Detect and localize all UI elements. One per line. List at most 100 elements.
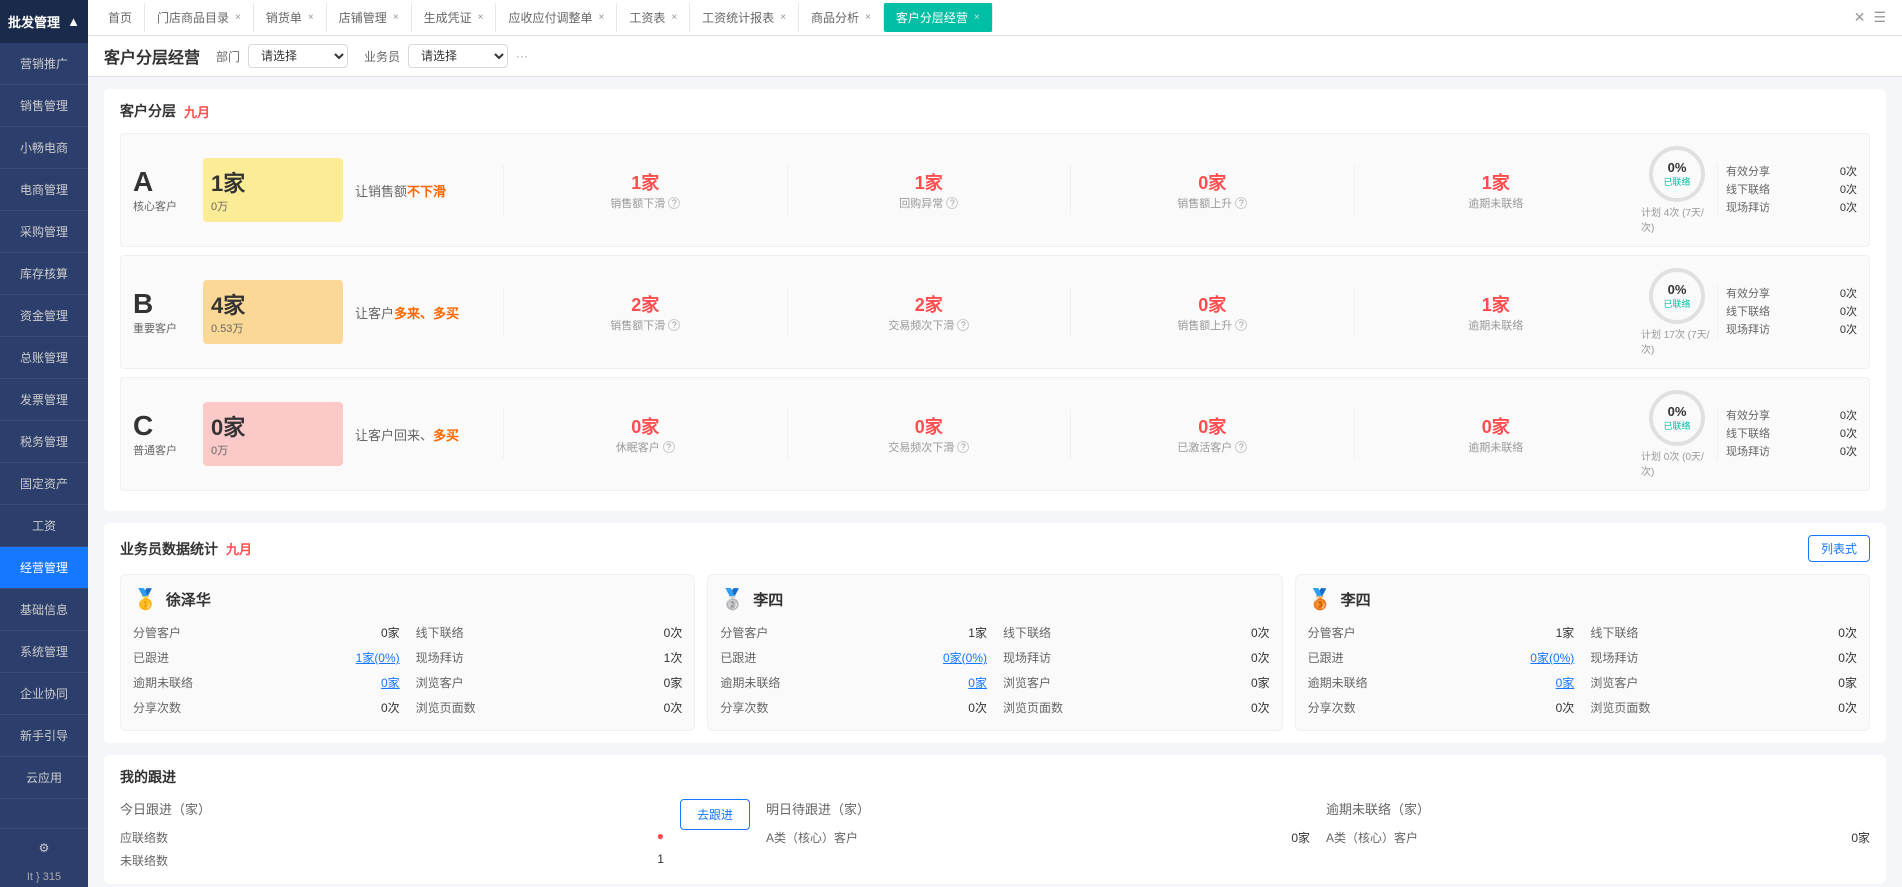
sidebar-item-电商管理[interactable]: 电商管理 xyxy=(0,169,88,211)
circle-pct-c: 0% xyxy=(1668,404,1687,419)
tab-店铺管理[interactable]: 店铺管理× xyxy=(327,3,412,32)
followup-grid: 今日跟进（家） 应联络数 ● 未联络数 1 去跟进 明日待跟进（家） xyxy=(120,799,1870,872)
staff-stat-val-1-1: 0次 xyxy=(1251,624,1270,641)
tab-销货单[interactable]: 销货单× xyxy=(254,3,327,32)
tab-close-all-icon[interactable]: ✕ xyxy=(1854,9,1866,26)
sidebar-item-小畅电商[interactable]: 小畅电商 xyxy=(0,127,88,169)
tier-metric4-label-a: 逾期未联络 xyxy=(1363,195,1630,211)
sidebar-item-固定资产[interactable]: 固定资产 xyxy=(0,463,88,505)
tab-close-商品分析[interactable]: × xyxy=(865,12,871,23)
tomorrow-col-title: 明日待跟进（家） xyxy=(766,799,1310,818)
tier-metric2-a[interactable]: 1家 回购异常 ? xyxy=(787,165,1071,215)
sidebar-item-采购管理[interactable]: 采购管理 xyxy=(0,211,88,253)
goto-followup-button[interactable]: 去跟进 xyxy=(680,799,750,830)
tab-客户分层经营[interactable]: 客户分层经营× xyxy=(884,3,993,32)
sidebar-item-税务管理[interactable]: 税务管理 xyxy=(0,421,88,463)
staff-stat-row-2-5: 浏览客户 0家 xyxy=(1590,672,1857,693)
staff-stat-row-0-4: 逾期未联络 0家 xyxy=(133,672,400,693)
sidebar-settings[interactable]: ⚙ xyxy=(0,828,88,867)
staff-stat-val-2-4[interactable]: 0家 xyxy=(1556,674,1575,691)
tier-metric4-a[interactable]: 1家 逾期未联络 xyxy=(1354,165,1638,215)
tier-metric1-num-a: 1家 xyxy=(512,169,779,195)
tier-metric1-b[interactable]: 2家 销售额下滑 ? xyxy=(503,287,787,337)
staff-stat-val-0-2[interactable]: 1家(0%) xyxy=(356,649,400,666)
tier-metric2-label-a: 回购异常 ? xyxy=(796,195,1063,211)
tab-close-工资表[interactable]: × xyxy=(671,12,677,23)
staff-stat-label-2-4: 逾期未联络 xyxy=(1308,674,1368,691)
tier-count-c: 0家 0万 xyxy=(203,402,343,466)
staff-stat-row-2-3: 现场拜访 0次 xyxy=(1590,647,1857,668)
tab-应收应付调整单[interactable]: 应收应付调整单× xyxy=(496,3,617,32)
tier-metric3-a[interactable]: 0家 销售额上升 ? xyxy=(1070,165,1354,215)
tier-metric3-num-c: 0家 xyxy=(1079,413,1346,439)
sidebar-item-销售管理[interactable]: 销售管理 xyxy=(0,85,88,127)
right-stat-label-0-c: 有效分享 xyxy=(1726,407,1770,423)
tier-metric3-num-a: 0家 xyxy=(1079,169,1346,195)
staff-stat-val-2-5: 0家 xyxy=(1838,674,1857,691)
tab-close-客户分层经营[interactable]: × xyxy=(974,12,980,23)
tab-close-门店商品目录[interactable]: × xyxy=(235,12,241,23)
right-stat-val-1-a: 0次 xyxy=(1840,181,1857,197)
tab-bar-actions: ✕ ☰ xyxy=(1846,9,1894,26)
sales-select[interactable]: 请选择 xyxy=(408,44,508,68)
tab-商品分析[interactable]: 商品分析× xyxy=(799,3,884,32)
sidebar-item-营销推广[interactable]: 营销推广 xyxy=(0,43,88,85)
tab-工资表[interactable]: 工资表× xyxy=(617,3,690,32)
staff-grid: 🥇 徐泽华 分管客户 0家 线下联络 0次 已跟进 1家(0%) 现场拜访 1次 xyxy=(120,574,1870,731)
staff-stat-label-1-0: 分管客户 xyxy=(720,624,768,641)
sidebar-item-云应用[interactable]: 云应用 xyxy=(0,757,88,799)
tier-metric1-c[interactable]: 0家 休眠客户 ? xyxy=(503,409,787,459)
more-filter-icon[interactable]: ··· xyxy=(516,49,528,63)
customer-section-title: 客户分层 xyxy=(120,101,176,121)
sidebar-item-新手引导[interactable]: 新手引导 xyxy=(0,715,88,757)
tomorrow-val-1: 0家 xyxy=(1291,829,1310,846)
tier-metric1-a[interactable]: 1家 销售额下滑 ? xyxy=(503,165,787,215)
circle-b: 0% 已联络 xyxy=(1649,268,1705,324)
sidebar-item-系统管理[interactable]: 系统管理 xyxy=(0,631,88,673)
staff-stat-row-1-6: 分享次数 0次 xyxy=(720,697,987,718)
tier-metric3-b[interactable]: 0家 销售额上升 ? xyxy=(1070,287,1354,337)
sidebar-item-总账管理[interactable]: 总账管理 xyxy=(0,337,88,379)
tier-metric4-b[interactable]: 1家 逾期未联络 xyxy=(1354,287,1638,337)
tier-metric4-c[interactable]: 0家 逾期未联络 xyxy=(1354,409,1638,459)
tab-工资统计报表[interactable]: 工资统计报表× xyxy=(690,3,799,32)
staff-stat-val-1-2[interactable]: 0家(0%) xyxy=(943,649,987,666)
sidebar-item-企业协同[interactable]: 企业协同 xyxy=(0,673,88,715)
sidebar-item-发票管理[interactable]: 发票管理 xyxy=(0,379,88,421)
tab-close-销货单[interactable]: × xyxy=(308,12,314,23)
circle-label-b: 已联络 xyxy=(1663,297,1690,310)
tier-metric2-c[interactable]: 0家 交易频次下滑 ? xyxy=(787,409,1071,459)
staff-stat-val-0-4[interactable]: 0家 xyxy=(381,674,400,691)
staff-stat-val-2-2[interactable]: 0家(0%) xyxy=(1530,649,1574,666)
staff-stat-val-0-6: 0次 xyxy=(381,699,400,716)
sidebar-item-库存核算[interactable]: 库存核算 xyxy=(0,253,88,295)
staff-stat-val-1-4[interactable]: 0家 xyxy=(968,674,987,691)
tab-门店商品目录[interactable]: 门店商品目录× xyxy=(145,3,254,32)
staff-stat-row-2-1: 线下联络 0次 xyxy=(1590,622,1857,643)
list-view-button[interactable]: 列表式 xyxy=(1808,535,1870,562)
sidebar-item-基础信息[interactable]: 基础信息 xyxy=(0,589,88,631)
customer-section-header: 客户分层 九月 xyxy=(120,101,1870,121)
dept-select[interactable]: 请选择 xyxy=(248,44,348,68)
tier-circle-c: 0% 已联络 计划 0次 (0天/次) xyxy=(1637,386,1717,482)
tier-circle-a: 0% 已联络 计划 4次 (7天/次) xyxy=(1637,142,1717,238)
tab-close-工资统计报表[interactable]: × xyxy=(780,12,786,23)
sidebar-item-工资[interactable]: 工资 xyxy=(0,505,88,547)
sidebar-item-资金管理[interactable]: 资金管理 xyxy=(0,295,88,337)
tab-close-店铺管理[interactable]: × xyxy=(393,12,399,23)
tab-生成凭证[interactable]: 生成凭证× xyxy=(412,3,497,32)
tab-close-生成凭证[interactable]: × xyxy=(478,12,484,23)
tier-metric2-num-a: 1家 xyxy=(796,169,1063,195)
staff-stat-row-1-3: 现场拜访 0次 xyxy=(1003,647,1270,668)
tab-menu-icon[interactable]: ☰ xyxy=(1873,9,1886,26)
tier-metric3-c[interactable]: 0家 已激活客户 ? xyxy=(1070,409,1354,459)
staff-card-1: 🥈 李四 分管客户 1家 线下联络 0次 已跟进 0家(0%) 现场拜访 0次 xyxy=(707,574,1282,731)
sidebar-header[interactable]: 批发管理 ▲ xyxy=(0,0,88,43)
tab-close-应收应付调整单[interactable]: × xyxy=(598,12,604,23)
staff-stat-label-0-1: 线下联络 xyxy=(416,624,464,641)
tab-首页[interactable]: 首页 xyxy=(96,3,145,32)
circle-pct-a: 0% xyxy=(1668,160,1687,175)
tier-metric2-b[interactable]: 2家 交易频次下滑 ? xyxy=(787,287,1071,337)
sidebar-item-经营管理[interactable]: 经营管理 xyxy=(0,547,88,589)
staff-stat-row-2-6: 分享次数 0次 xyxy=(1308,697,1575,718)
